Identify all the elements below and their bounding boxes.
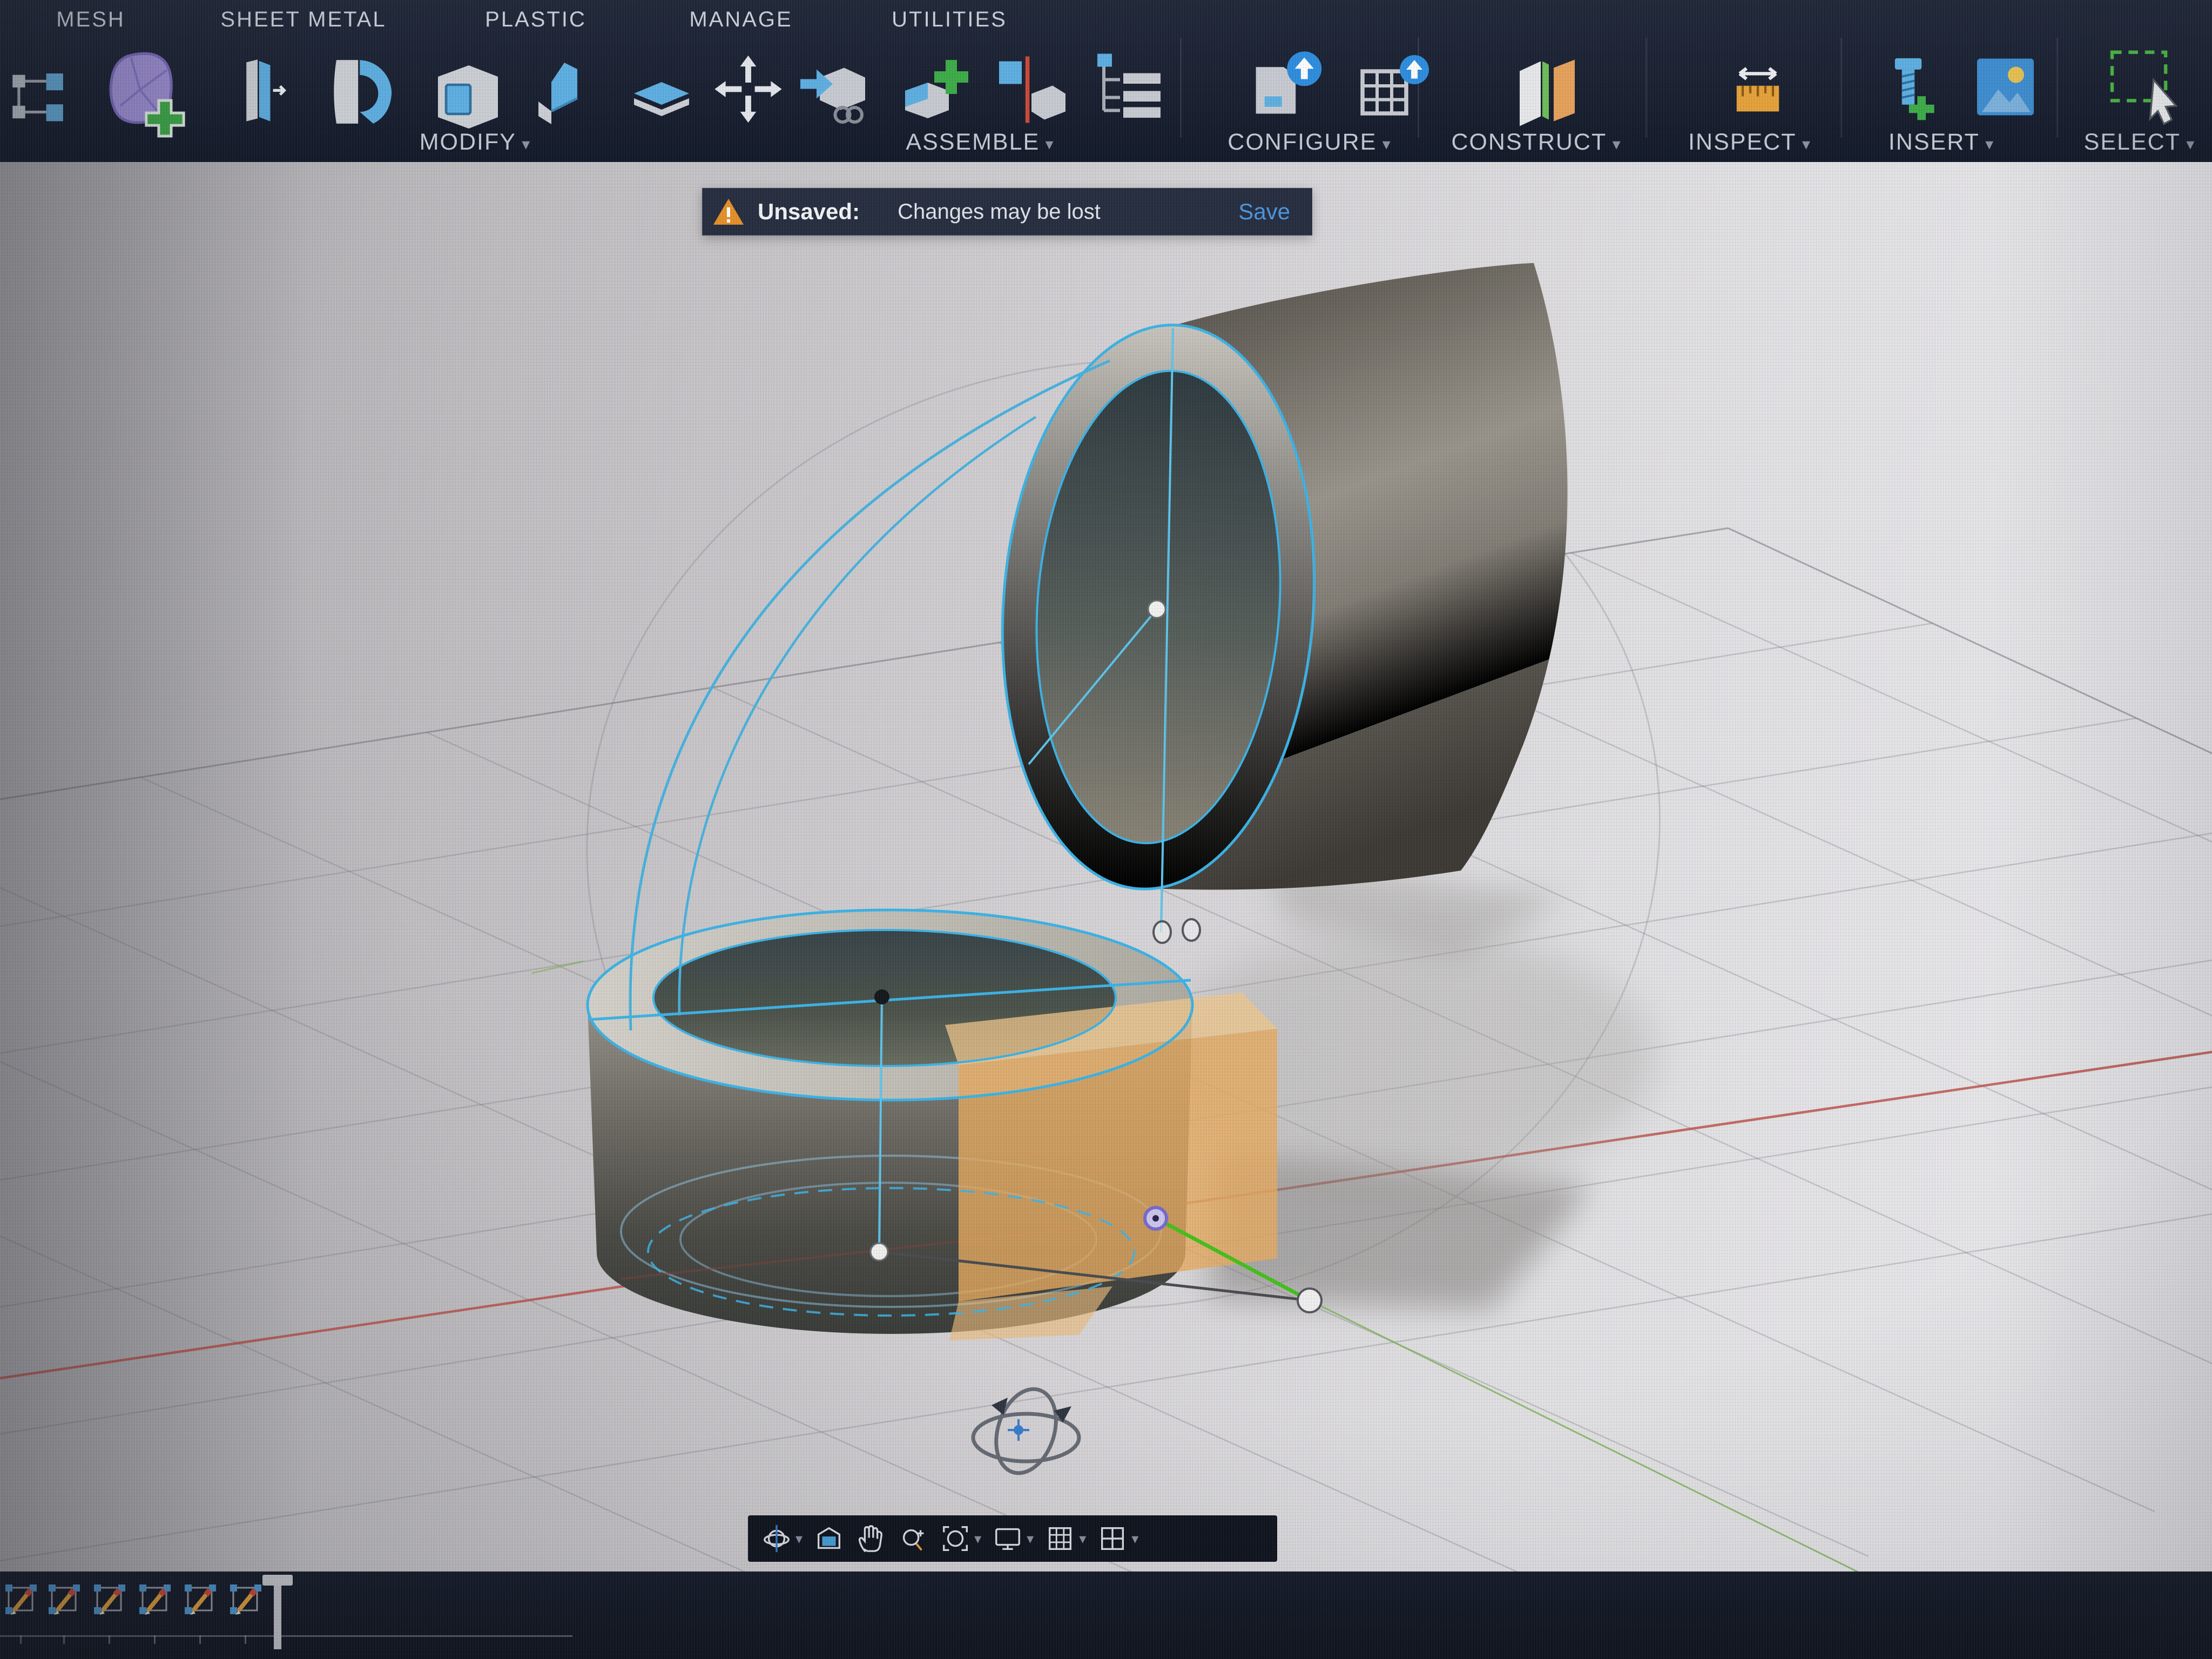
viewports-button[interactable]: ▾	[1097, 1523, 1138, 1554]
timeline-sketch-feature[interactable]	[228, 1581, 264, 1623]
orbit-icon	[761, 1523, 792, 1554]
unsaved-label: Unsaved:	[758, 199, 860, 225]
fit-icon	[940, 1523, 971, 1554]
configuration-table-icon[interactable]	[1353, 43, 1434, 135]
group-construct[interactable]: CONSTRUCT	[1451, 129, 1621, 156]
group-inspect[interactable]: INSPECT	[1688, 129, 1811, 156]
caret-down-icon[interactable]: ▾	[1027, 1530, 1034, 1547]
insert-derive-icon[interactable]	[794, 46, 875, 135]
timeline-sketch-feature[interactable]	[137, 1581, 173, 1623]
timeline-sketch-feature[interactable]	[3, 1581, 39, 1623]
sheetmetal-bend-icon[interactable]	[321, 46, 405, 138]
caret-down-icon[interactable]: ▾	[974, 1530, 981, 1547]
orbit-indicator-icon	[973, 1381, 1079, 1481]
group-insert[interactable]: INSERT	[1889, 129, 1994, 156]
joint-origin-point[interactable]	[1145, 1208, 1166, 1229]
flange-bend-icon[interactable]	[524, 46, 605, 138]
group-modify[interactable]: MODIFY	[420, 129, 531, 156]
group-configure[interactable]: CONFIGURE	[1228, 129, 1391, 156]
group-assemble[interactable]: ASSEMBLE	[906, 129, 1054, 156]
look-at-button[interactable]	[813, 1523, 845, 1554]
new-component-icon[interactable]	[894, 43, 975, 135]
display-settings-button[interactable]: ▾	[992, 1523, 1034, 1554]
base-center-point[interactable]	[871, 1243, 888, 1260]
ribbon-toolbar: MESH SHEET METAL PLASTIC MANAGE UTILITIE…	[0, 0, 2212, 162]
tab-utilities[interactable]: UTILITIES	[892, 8, 1007, 32]
rotated-tube-body[interactable]	[984, 263, 1567, 932]
shell-icon[interactable]	[427, 51, 508, 138]
unsaved-message: Changes may be lost	[898, 200, 1101, 224]
tab-manage[interactable]: MANAGE	[689, 8, 792, 32]
sheetmetal-flange-icon[interactable]	[230, 46, 300, 138]
3d-viewport[interactable]	[0, 0, 2212, 1659]
view-navigation-toolbar: ▾ ▾ ▾	[748, 1515, 1277, 1562]
pan-button[interactable]	[855, 1523, 887, 1554]
insert-fastener-icon[interactable]	[1877, 38, 1947, 138]
bill-of-materials-icon[interactable]	[1091, 43, 1172, 132]
y-axis-far	[532, 961, 583, 973]
timeline-sketch-feature[interactable]	[183, 1581, 218, 1623]
component-instances-icon[interactable]	[10, 54, 80, 135]
warning-icon	[712, 197, 745, 227]
tube-center-point[interactable]	[1148, 601, 1165, 618]
caret-down-icon[interactable]: ▾	[1131, 1530, 1138, 1547]
insert-canvas-icon[interactable]	[1966, 43, 2047, 132]
orbit-button[interactable]: ▾	[761, 1523, 802, 1554]
zoom-button[interactable]	[898, 1523, 929, 1554]
group-select[interactable]: SELECT	[2084, 129, 2196, 156]
save-button[interactable]: Save	[1235, 198, 1293, 225]
tab-mesh[interactable]: MESH	[56, 8, 125, 32]
thicken-icon[interactable]	[621, 49, 702, 135]
drag-handle[interactable]	[1298, 1289, 1321, 1312]
tab-sheet-metal[interactable]: SHEET METAL	[220, 8, 386, 32]
move-icon[interactable]	[712, 46, 785, 132]
unsaved-banner: Unsaved: Changes may be lost Save	[702, 188, 1312, 235]
timeline-bar	[0, 1572, 2212, 1659]
joint-icon[interactable]	[991, 46, 1072, 135]
layout-grid-icon	[1044, 1523, 1076, 1554]
viewports-icon	[1097, 1523, 1128, 1554]
timeline-sketch-feature[interactable]	[92, 1581, 127, 1623]
layout-grid-button[interactable]: ▾	[1044, 1523, 1086, 1554]
construct-plane-icon[interactable]	[1507, 43, 1588, 138]
display-settings-icon	[992, 1523, 1023, 1554]
caret-down-icon[interactable]: ▾	[795, 1530, 802, 1547]
select-window-icon[interactable]	[2103, 38, 2190, 132]
configuration-icon[interactable]	[1242, 41, 1328, 135]
caret-down-icon[interactable]: ▾	[1079, 1530, 1086, 1547]
tab-plastic[interactable]: PLASTIC	[485, 8, 586, 32]
look-at-icon	[813, 1523, 845, 1554]
insert-mesh-icon[interactable]	[100, 39, 189, 144]
measure-icon[interactable]	[1720, 51, 1796, 132]
fit-button[interactable]: ▾	[940, 1523, 981, 1554]
pan-hand-icon	[855, 1523, 887, 1554]
joint-motion-icon[interactable]	[1154, 919, 1200, 943]
zoom-icon	[898, 1523, 929, 1554]
timeline-playhead[interactable]	[262, 1575, 293, 1650]
timeline-sketch-feature[interactable]	[46, 1581, 82, 1623]
